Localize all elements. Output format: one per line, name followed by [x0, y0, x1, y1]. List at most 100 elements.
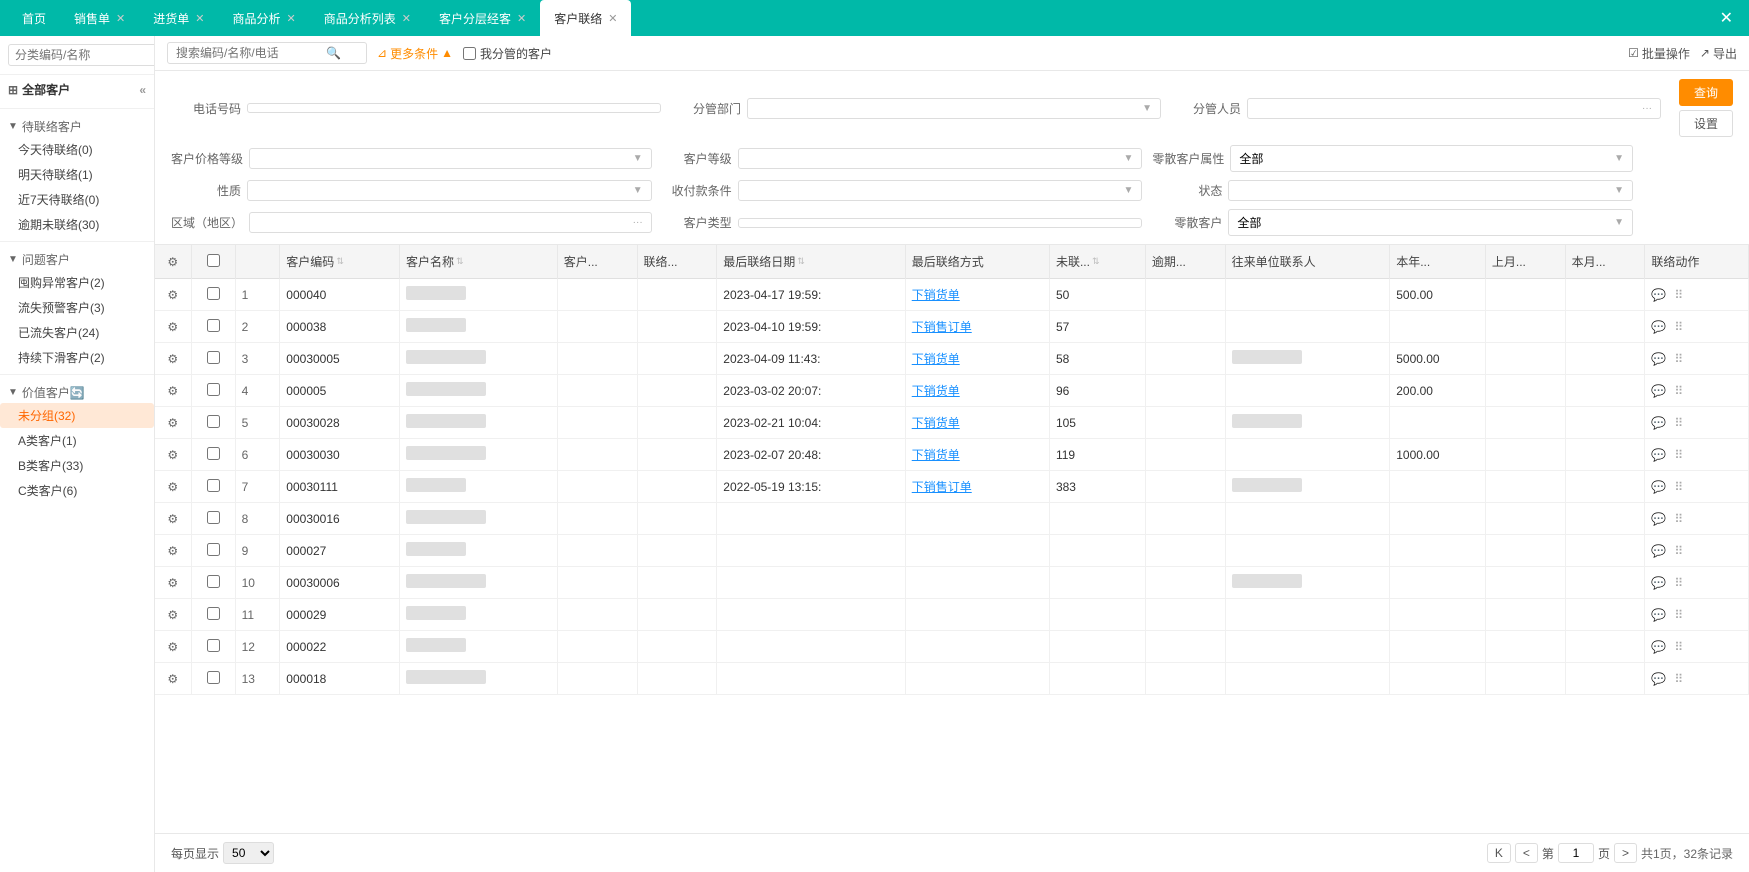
settings-cell[interactable]: ⚙: [155, 407, 191, 439]
next-page-button[interactable]: >: [1614, 843, 1637, 863]
row-checkbox[interactable]: [207, 543, 220, 556]
last-contact-method-cell[interactable]: 下销货单: [905, 439, 1049, 471]
tab-home[interactable]: 首页: [8, 0, 60, 36]
settings-cell[interactable]: ⚙: [155, 567, 191, 599]
more-actions-icon[interactable]: ⠿: [1674, 480, 1683, 494]
status-select[interactable]: ▼: [1228, 180, 1633, 201]
select-all-checkbox[interactable]: [207, 254, 220, 267]
message-icon[interactable]: 💬: [1651, 448, 1666, 462]
sidebar-item-ungrouped[interactable]: 未分组(32): [0, 403, 154, 428]
tab-product-analysis[interactable]: 商品分析 ✕: [218, 0, 309, 36]
close-sales-icon[interactable]: ✕: [116, 12, 125, 25]
settings-cell[interactable]: ⚙: [155, 439, 191, 471]
settings-cell[interactable]: ⚙: [155, 471, 191, 503]
batch-operation-button[interactable]: ☑ 批量操作: [1628, 45, 1690, 62]
more-conditions-button[interactable]: ⊿ 更多条件 ▲: [377, 45, 453, 62]
export-button[interactable]: ↗ 导出: [1700, 45, 1737, 62]
more-actions-icon[interactable]: ⠿: [1674, 640, 1683, 654]
last-contact-method-cell[interactable]: 下销售订单: [905, 311, 1049, 343]
last-contact-method-cell[interactable]: 下销售订单: [905, 471, 1049, 503]
more-actions-icon[interactable]: ⠿: [1674, 608, 1683, 622]
message-icon[interactable]: 💬: [1651, 480, 1666, 494]
sidebar-item-abnormal[interactable]: 囤购异常客户(2): [0, 270, 154, 295]
last-contact-method-column-header[interactable]: 最后联络方式: [905, 245, 1049, 279]
settings-cell[interactable]: ⚙: [155, 375, 191, 407]
message-icon[interactable]: 💬: [1651, 384, 1666, 398]
reset-button[interactable]: 设置: [1679, 110, 1733, 137]
value-customers-group[interactable]: ▼ 价值客户 🔄: [0, 379, 154, 403]
settings-cell[interactable]: ⚙: [155, 663, 191, 695]
more-actions-icon[interactable]: ⠿: [1674, 416, 1683, 430]
row-checkbox[interactable]: [207, 671, 220, 684]
row-checkbox[interactable]: [207, 575, 220, 588]
tab-sales[interactable]: 销售单 ✕: [60, 0, 139, 36]
phone-input[interactable]: [247, 103, 661, 113]
last-month-column-header[interactable]: 上月...: [1485, 245, 1565, 279]
page-number-input[interactable]: [1558, 843, 1594, 863]
sidebar-item-class-a[interactable]: A类客户(1): [0, 428, 154, 453]
row-checkbox[interactable]: [207, 479, 220, 492]
search-input[interactable]: [176, 46, 326, 60]
message-icon[interactable]: 💬: [1651, 416, 1666, 430]
last-contact-date-column-header[interactable]: 最后联络日期⇅: [717, 245, 905, 279]
settings-cell[interactable]: ⚙: [155, 503, 191, 535]
sidebar-item-overdue[interactable]: 逾期未联络(30): [0, 212, 154, 237]
row-checkbox[interactable]: [207, 511, 220, 524]
message-icon[interactable]: 💬: [1651, 608, 1666, 622]
sidebar-item-today[interactable]: 今天待联络(0): [0, 137, 154, 162]
more-actions-icon[interactable]: ⠿: [1674, 448, 1683, 462]
page-size-dropdown[interactable]: 50 20 100: [223, 842, 274, 864]
row-checkbox[interactable]: [207, 383, 220, 396]
tab-purchase[interactable]: 进货单 ✕: [139, 0, 218, 36]
message-icon[interactable]: 💬: [1651, 512, 1666, 526]
message-icon[interactable]: 💬: [1651, 320, 1666, 334]
row-checkbox[interactable]: [207, 447, 220, 460]
last-contact-method-cell[interactable]: 下销货单: [905, 375, 1049, 407]
sidebar-item-churn-warning[interactable]: 流失预警客户(3): [0, 295, 154, 320]
last-contact-method-cell[interactable]: 下销货单: [905, 407, 1049, 439]
contact-person-column-header[interactable]: 往来单位联系人: [1225, 245, 1390, 279]
settings-cell[interactable]: ⚙: [155, 343, 191, 375]
settings-column-header[interactable]: ⚙: [155, 245, 191, 279]
close-product-analysis-list-icon[interactable]: ✕: [402, 12, 411, 25]
settings-cell[interactable]: ⚙: [155, 535, 191, 567]
more-actions-icon[interactable]: ⠿: [1674, 576, 1683, 590]
dept-select[interactable]: ▼: [747, 98, 1161, 119]
message-icon[interactable]: 💬: [1651, 288, 1666, 302]
settings-cell[interactable]: ⚙: [155, 631, 191, 663]
more-actions-icon[interactable]: ⠿: [1674, 320, 1683, 334]
query-button[interactable]: 查询: [1679, 79, 1733, 106]
close-customer-contact-icon[interactable]: ✕: [608, 12, 617, 25]
row-checkbox[interactable]: [207, 639, 220, 652]
row-checkbox[interactable]: [207, 319, 220, 332]
my-customers-checkbox[interactable]: [463, 47, 476, 60]
message-icon[interactable]: 💬: [1651, 544, 1666, 558]
more-actions-icon[interactable]: ⠿: [1674, 384, 1683, 398]
region-select[interactable]: ···: [249, 212, 652, 233]
more-actions-icon[interactable]: ⠿: [1674, 544, 1683, 558]
row-checkbox[interactable]: [207, 351, 220, 364]
row-checkbox[interactable]: [207, 607, 220, 620]
customer-level-select[interactable]: ▼: [738, 148, 1143, 169]
row-checkbox[interactable]: [207, 287, 220, 300]
this-year-column-header[interactable]: 本年...: [1390, 245, 1486, 279]
last-contact-method-cell[interactable]: 下销货单: [905, 279, 1049, 311]
problem-customers-group[interactable]: ▼ 问题客户: [0, 246, 154, 270]
more-actions-icon[interactable]: ⠿: [1674, 512, 1683, 526]
sidebar-search-input[interactable]: [8, 44, 155, 66]
message-icon[interactable]: 💬: [1651, 640, 1666, 654]
all-customers-header[interactable]: ⊞ 全部客户 «: [0, 75, 154, 104]
sidebar-collapse-icon[interactable]: «: [139, 83, 146, 97]
more-actions-icon[interactable]: ⠿: [1674, 672, 1683, 686]
sidebar-item-class-c[interactable]: C类客户(6): [0, 478, 154, 503]
more-actions-icon[interactable]: ⠿: [1674, 352, 1683, 366]
message-icon[interactable]: 💬: [1651, 352, 1666, 366]
this-month-column-header[interactable]: 本月...: [1565, 245, 1645, 279]
sidebar-item-7days[interactable]: 近7天待联络(0): [0, 187, 154, 212]
type-column-header[interactable]: 客户...: [557, 245, 637, 279]
contact-column-header[interactable]: 联络...: [637, 245, 717, 279]
name-column-header[interactable]: 客户名称⇅: [400, 245, 558, 279]
tab-product-analysis-list[interactable]: 商品分析列表 ✕: [310, 0, 425, 36]
sidebar-item-class-b[interactable]: B类客户(33): [0, 453, 154, 478]
tab-customer-contact[interactable]: 客户联络 ✕: [540, 0, 631, 36]
